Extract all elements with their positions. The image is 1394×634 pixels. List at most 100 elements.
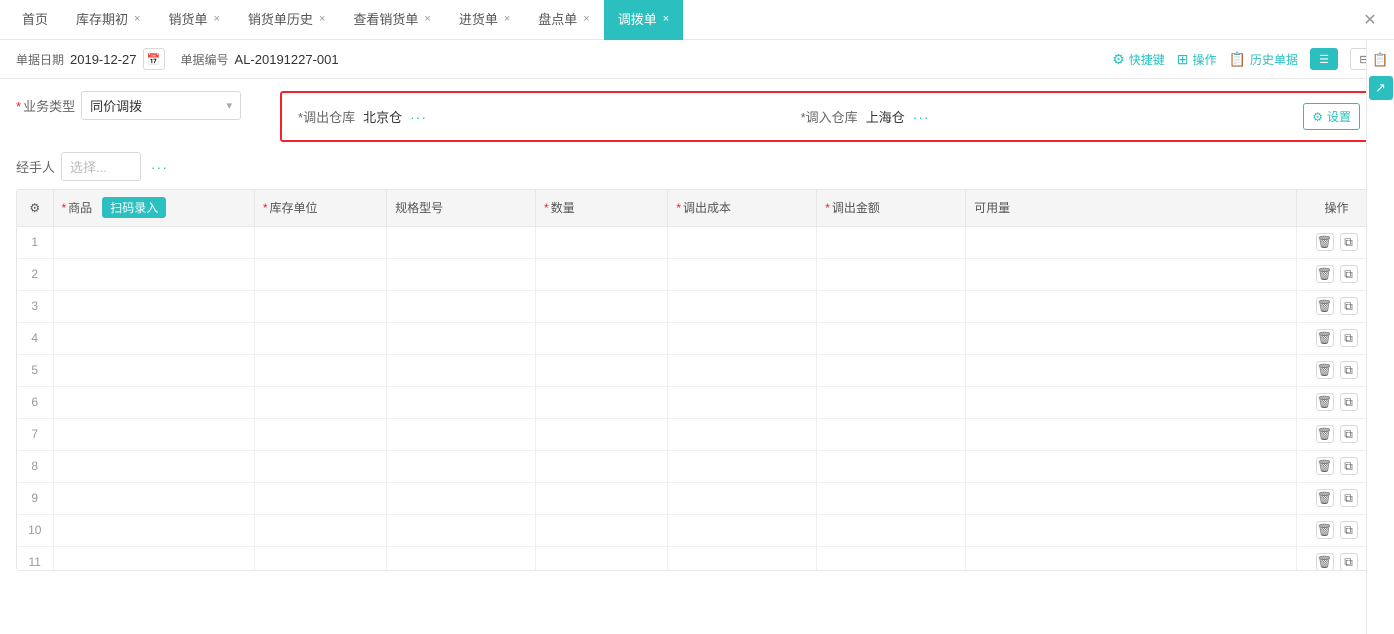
table-row: 7🗑⧉: [17, 418, 1377, 450]
copy-icon[interactable]: ⧉: [1340, 489, 1358, 507]
operation-action[interactable]: ⊞ 操作: [1177, 51, 1217, 68]
copy-icon[interactable]: ⧉: [1340, 521, 1358, 539]
table-row: 4🗑⧉: [17, 322, 1377, 354]
warehouse-section: *调出仓库 北京仓 ··· *调入仓库 上海仓 ··· ⚙ 设置: [280, 91, 1378, 142]
toolbar: 单据日期 2019-12-27 📅 单据编号 AL-20191227-001 ⚙…: [0, 40, 1394, 79]
th-product: *商品 扫码录入: [53, 190, 254, 226]
table-row: 2🗑⧉: [17, 258, 1377, 290]
th-available: 可用量: [966, 190, 1297, 226]
order-label: 单据编号: [181, 51, 229, 68]
table-settings-icon: ⚙: [29, 201, 40, 215]
table-container: ⚙ *商品 扫码录入 *库存单位 规格型号: [16, 189, 1378, 571]
right-sidebar: 📋 ↗: [1366, 40, 1394, 634]
tab-stocktake[interactable]: 盘点单 ×: [524, 0, 603, 40]
transfer-in-group: *调入仓库 上海仓 ···: [801, 107, 1284, 126]
tab-inventory-init[interactable]: 库存期初 ×: [62, 0, 154, 40]
transfer-out-ellipsis[interactable]: ···: [410, 109, 427, 125]
table-header-row: ⚙ *商品 扫码录入 *库存单位 规格型号: [17, 190, 1377, 226]
window-close-button[interactable]: ✕: [1354, 4, 1386, 36]
copy-icon[interactable]: ⧉: [1340, 297, 1358, 315]
transfer-table: ⚙ *商品 扫码录入 *库存单位 规格型号: [17, 190, 1377, 570]
table-row: 5🗑⧉: [17, 354, 1377, 386]
date-label: 单据日期: [16, 51, 64, 68]
tab-close-stocktake[interactable]: ×: [583, 13, 589, 25]
delete-icon[interactable]: 🗑: [1316, 521, 1334, 539]
transfer-out-value[interactable]: 北京仓: [363, 107, 402, 126]
table-scroll-area[interactable]: ⚙ *商品 扫码录入 *库存单位 规格型号: [17, 190, 1377, 570]
tab-transfer[interactable]: 调拨单 ×: [604, 0, 683, 40]
transfer-out-label: *调出仓库: [298, 107, 355, 126]
delete-icon[interactable]: 🗑: [1316, 393, 1334, 411]
copy-icon[interactable]: ⧉: [1340, 425, 1358, 443]
transfer-in-ellipsis[interactable]: ···: [913, 109, 930, 125]
delete-icon[interactable]: 🗑: [1316, 329, 1334, 347]
content-area: *业务类型 同价调拨 ▾ *调出仓库 北京仓 ··· *调入仓库: [0, 79, 1394, 583]
delete-icon[interactable]: 🗑: [1316, 361, 1334, 379]
copy-icon[interactable]: ⧉: [1340, 265, 1358, 283]
date-value[interactable]: 2019-12-27: [70, 52, 137, 67]
transfer-in-label: *调入仓库: [801, 107, 858, 126]
tab-home[interactable]: 首页: [8, 0, 62, 40]
tab-close-sales-order[interactable]: ×: [213, 13, 219, 25]
handler-ellipsis[interactable]: ···: [151, 159, 168, 175]
transfer-in-value[interactable]: 上海仓: [866, 107, 905, 126]
copy-icon[interactable]: ⧉: [1340, 361, 1358, 379]
tab-view-sales[interactable]: 查看销货单 ×: [339, 0, 444, 40]
business-type-select[interactable]: 同价调拨 ▾: [81, 91, 241, 120]
form-row-2: 经手人 选择... ···: [16, 152, 1378, 181]
copy-icon[interactable]: ⧉: [1340, 457, 1358, 475]
th-spec: 规格型号: [387, 190, 536, 226]
date-picker-icon[interactable]: 📅: [143, 48, 165, 70]
th-unit: *库存单位: [254, 190, 386, 226]
th-transfer-cost: *调出成本: [668, 190, 817, 226]
sidebar-expand-icon[interactable]: ↗: [1369, 76, 1393, 100]
copy-icon[interactable]: ⧉: [1340, 329, 1358, 347]
copy-icon[interactable]: ⧉: [1340, 393, 1358, 411]
history-action[interactable]: 📋 历史单据: [1229, 51, 1298, 68]
delete-icon[interactable]: 🗑: [1316, 457, 1334, 475]
business-type-chevron: ▾: [227, 99, 233, 112]
tab-close-inventory-init[interactable]: ×: [134, 13, 140, 25]
form-row-1: *业务类型 同价调拨 ▾ *调出仓库 北京仓 ··· *调入仓库: [16, 91, 1378, 142]
scan-button[interactable]: 扫码录入: [102, 197, 166, 218]
tab-close-purchase-order[interactable]: ×: [504, 13, 510, 25]
settings-gear-icon: ⚙: [1312, 110, 1323, 124]
tab-close-view-sales[interactable]: ×: [424, 13, 430, 25]
copy-icon[interactable]: ⧉: [1340, 553, 1358, 570]
tab-sales-history[interactable]: 销货单历史 ×: [234, 0, 339, 40]
delete-icon[interactable]: 🗑: [1316, 425, 1334, 443]
tab-sales-order[interactable]: 销货单 ×: [154, 0, 233, 40]
delete-icon[interactable]: 🗑: [1316, 265, 1334, 283]
table-row: 6🗑⧉: [17, 386, 1377, 418]
delete-icon[interactable]: 🗑: [1316, 553, 1334, 570]
table-row: 1🗑⧉: [17, 226, 1377, 258]
handler-group: 经手人 选择... ···: [16, 152, 256, 181]
shortcut-action[interactable]: ⚙ 快捷键: [1112, 51, 1165, 68]
table-row: 10🗑⧉: [17, 514, 1377, 546]
transfer-out-group: *调出仓库 北京仓 ···: [298, 107, 781, 126]
tab-bar: 首页 库存期初 × 销货单 × 销货单历史 × 查看销货单 × 进货单 × 盘点…: [0, 0, 1394, 40]
th-settings[interactable]: ⚙: [17, 190, 53, 226]
handler-label: 经手人: [16, 157, 55, 176]
settings-button[interactable]: ⚙ 设置: [1303, 103, 1360, 130]
copy-icon[interactable]: ⧉: [1340, 233, 1358, 251]
business-type-group: *业务类型 同价调拨 ▾: [16, 91, 256, 120]
business-type-label: *业务类型: [16, 96, 75, 115]
tab-close-transfer[interactable]: ×: [663, 13, 669, 25]
table-row: 8🗑⧉: [17, 450, 1377, 482]
delete-icon[interactable]: 🗑: [1316, 297, 1334, 315]
order-number-field: 单据编号 AL-20191227-001: [181, 51, 339, 68]
history-icon: 📋: [1229, 51, 1246, 68]
handler-input[interactable]: 选择...: [61, 152, 141, 181]
order-value: AL-20191227-001: [235, 52, 339, 67]
delete-icon[interactable]: 🗑: [1316, 489, 1334, 507]
tab-close-sales-history[interactable]: ×: [319, 13, 325, 25]
th-quantity: *数量: [536, 190, 668, 226]
sidebar-notes-icon[interactable]: 📋: [1369, 48, 1393, 72]
operation-icon: ⊞: [1177, 51, 1189, 68]
tab-purchase-order[interactable]: 进货单 ×: [445, 0, 524, 40]
layout-list-icon[interactable]: ☰: [1310, 48, 1338, 70]
delete-icon[interactable]: 🗑: [1316, 233, 1334, 251]
date-field: 单据日期 2019-12-27 📅: [16, 48, 165, 70]
table-row: 3🗑⧉: [17, 290, 1377, 322]
